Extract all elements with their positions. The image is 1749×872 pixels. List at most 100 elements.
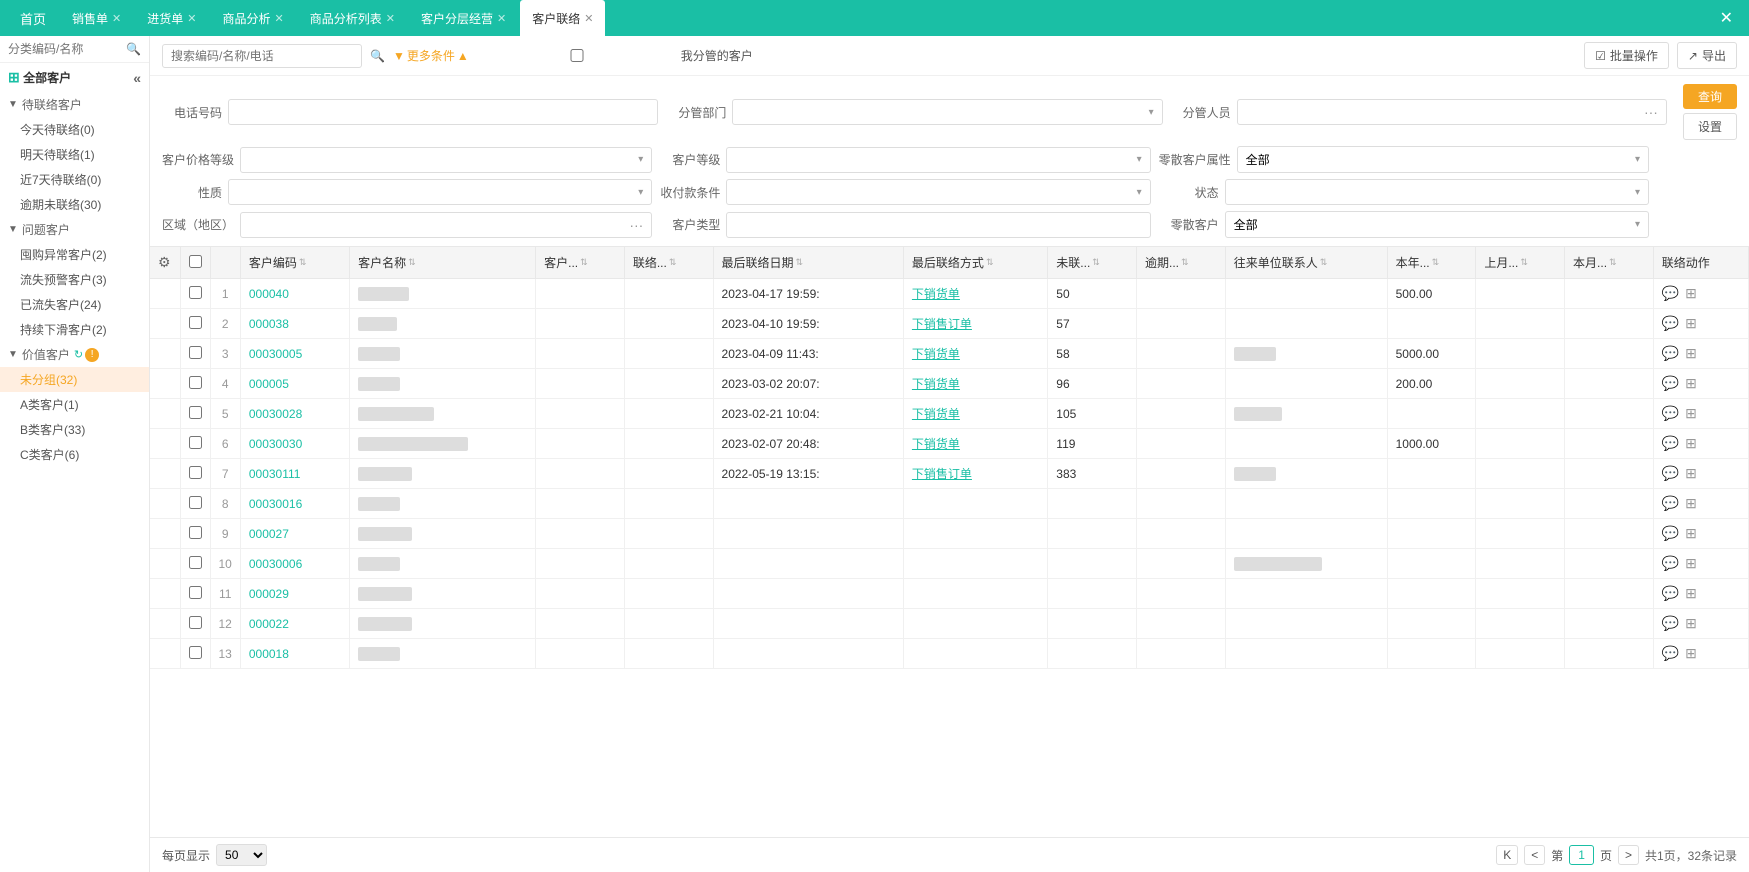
region-input[interactable]: ··· — [240, 212, 652, 238]
manager-dots-icon[interactable]: ··· — [1644, 104, 1658, 120]
dept-select[interactable]: ▾ — [732, 99, 1162, 125]
row-code[interactable]: 000029 — [240, 579, 349, 609]
first-page-button[interactable]: K — [1496, 845, 1518, 865]
search-input[interactable] — [162, 44, 362, 68]
grid-action-icon[interactable]: ⊞ — [1685, 345, 1697, 362]
message-icon[interactable]: 💬 — [1662, 285, 1679, 302]
row-checkbox[interactable] — [189, 316, 202, 329]
tmonth-sort-icon[interactable]: ⇅ — [1609, 257, 1617, 268]
row-checkbox[interactable] — [189, 616, 202, 629]
message-icon[interactable]: 💬 — [1662, 375, 1679, 392]
customer-level-select[interactable]: ▾ — [726, 147, 1150, 173]
grid-action-icon[interactable]: ⊞ — [1685, 645, 1697, 662]
row-checkbox[interactable] — [189, 496, 202, 509]
nav-tab-analysis-list[interactable]: 商品分析列表 ✕ — [298, 0, 407, 36]
grid-action-icon[interactable]: ⊞ — [1685, 555, 1697, 572]
message-icon[interactable]: 💬 — [1662, 345, 1679, 362]
way-sort-icon[interactable]: ⇅ — [986, 257, 994, 268]
query-button[interactable]: 查询 — [1683, 84, 1737, 109]
message-icon[interactable]: 💬 — [1662, 585, 1679, 602]
sidebar-item-tomorrow[interactable]: 明天待联络(1) — [0, 142, 149, 167]
sidebar-item-churn-warning[interactable]: 流失预警客户(3) — [0, 267, 149, 292]
close-sales-icon[interactable]: ✕ — [112, 12, 121, 25]
batch-operation-button[interactable]: ☑ 批量操作 — [1584, 42, 1669, 69]
sidebar-search-icon[interactable]: 🔍 — [126, 42, 141, 56]
last-way-link[interactable]: 下销货单 — [912, 407, 960, 421]
grid-action-icon[interactable]: ⊞ — [1685, 465, 1697, 482]
my-customers-checkbox[interactable] — [477, 49, 677, 62]
cat-sort-icon[interactable]: ⇅ — [580, 257, 588, 268]
row-code[interactable]: 000040 — [240, 279, 349, 309]
nav-tab-purchase[interactable]: 进货单 ✕ — [135, 0, 208, 36]
row-code[interactable]: 000018 — [240, 639, 349, 669]
sidebar-item-churned[interactable]: 已流失客户(24) — [0, 292, 149, 317]
message-icon[interactable]: 💬 — [1662, 465, 1679, 482]
last-way-link[interactable]: 下销售订单 — [912, 317, 972, 331]
message-icon[interactable]: 💬 — [1662, 435, 1679, 452]
phone-input[interactable] — [228, 99, 658, 125]
year-sort-icon[interactable]: ⇅ — [1432, 257, 1440, 268]
row-code[interactable]: 000038 — [240, 309, 349, 339]
message-icon[interactable]: 💬 — [1662, 405, 1679, 422]
row-checkbox[interactable] — [189, 286, 202, 299]
row-code[interactable]: 000005 — [240, 369, 349, 399]
nav-home[interactable]: 首页 — [8, 0, 58, 36]
sidebar-collapse-icon[interactable]: « — [133, 70, 141, 86]
page-size-select[interactable]: 50 20 100 — [216, 844, 267, 866]
more-conditions-button[interactable]: ▼ 更多条件 ▲ — [393, 47, 469, 64]
date-sort-icon[interactable]: ⇅ — [796, 257, 804, 268]
close-analysis-icon[interactable]: ✕ — [275, 12, 284, 25]
retail-customer-select[interactable]: 全部 ▾ — [1225, 211, 1649, 238]
sidebar-item-class-c[interactable]: C类客户(6) — [0, 442, 149, 467]
nocontact-sort-icon[interactable]: ⇅ — [1092, 257, 1100, 268]
nav-tab-customer-segment[interactable]: 客户分层经营 ✕ — [409, 0, 518, 36]
last-way-link[interactable]: 下销售订单 — [912, 467, 972, 481]
grid-action-icon[interactable]: ⊞ — [1685, 435, 1697, 452]
last-way-link[interactable]: 下销货单 — [912, 437, 960, 451]
row-code[interactable]: 00030028 — [240, 399, 349, 429]
row-code[interactable]: 00030016 — [240, 489, 349, 519]
payment-select[interactable]: ▾ — [726, 179, 1150, 205]
grid-action-icon[interactable]: ⊞ — [1685, 375, 1697, 392]
row-code[interactable]: 00030111 — [240, 459, 349, 489]
row-checkbox[interactable] — [189, 346, 202, 359]
close-contact-icon[interactable]: ✕ — [584, 12, 593, 25]
row-checkbox[interactable] — [189, 466, 202, 479]
close-segment-icon[interactable]: ✕ — [497, 12, 506, 25]
row-code[interactable]: 00030030 — [240, 429, 349, 459]
lmonth-sort-icon[interactable]: ⇅ — [1520, 257, 1528, 268]
retail-attr-select[interactable]: 全部 ▾ — [1237, 146, 1649, 173]
row-code[interactable]: 00030005 — [240, 339, 349, 369]
last-way-link[interactable]: 下销货单 — [912, 377, 960, 391]
contact-sort-icon[interactable]: ⇅ — [669, 257, 677, 268]
sidebar-item-today[interactable]: 今天待联络(0) — [0, 117, 149, 142]
nav-tab-sales[interactable]: 销售单 ✕ — [60, 0, 133, 36]
row-code[interactable]: 000022 — [240, 609, 349, 639]
row-code[interactable]: 000027 — [240, 519, 349, 549]
sidebar-item-abnormal[interactable]: 囤购异常客户(2) — [0, 242, 149, 267]
row-checkbox[interactable] — [189, 526, 202, 539]
row-checkbox[interactable] — [189, 586, 202, 599]
message-icon[interactable]: 💬 — [1662, 315, 1679, 332]
nav-tab-analysis[interactable]: 商品分析 ✕ — [210, 0, 295, 36]
sidebar-search-input[interactable] — [8, 42, 126, 56]
company-sort-icon[interactable]: ⇅ — [1320, 257, 1328, 268]
nature-select[interactable]: ▾ — [228, 179, 652, 205]
manager-input[interactable]: ··· — [1237, 99, 1667, 125]
nav-tab-customer-contact[interactable]: 客户联络 ✕ — [520, 0, 605, 36]
grid-action-icon[interactable]: ⊞ — [1685, 585, 1697, 602]
sidebar-all-customers[interactable]: ⊞ 全部客户 « — [0, 63, 149, 92]
sidebar-item-overdue[interactable]: 逾期未联络(30) — [0, 192, 149, 217]
sidebar-group-problem[interactable]: ▼ 问题客户 — [0, 217, 149, 242]
sidebar-item-7days[interactable]: 近7天待联络(0) — [0, 167, 149, 192]
row-checkbox[interactable] — [189, 646, 202, 659]
row-checkbox[interactable] — [189, 406, 202, 419]
window-close-icon[interactable]: ✕ — [1712, 4, 1741, 32]
row-checkbox[interactable] — [189, 436, 202, 449]
sidebar-item-ungrouped[interactable]: 未分组(32) — [0, 367, 149, 392]
message-icon[interactable]: 💬 — [1662, 495, 1679, 512]
message-icon[interactable]: 💬 — [1662, 645, 1679, 662]
reset-button[interactable]: 设置 — [1683, 113, 1737, 140]
sidebar-group-value[interactable]: ▼ 价值客户 ↻ ! — [0, 342, 149, 367]
name-sort-icon[interactable]: ⇅ — [408, 257, 416, 268]
